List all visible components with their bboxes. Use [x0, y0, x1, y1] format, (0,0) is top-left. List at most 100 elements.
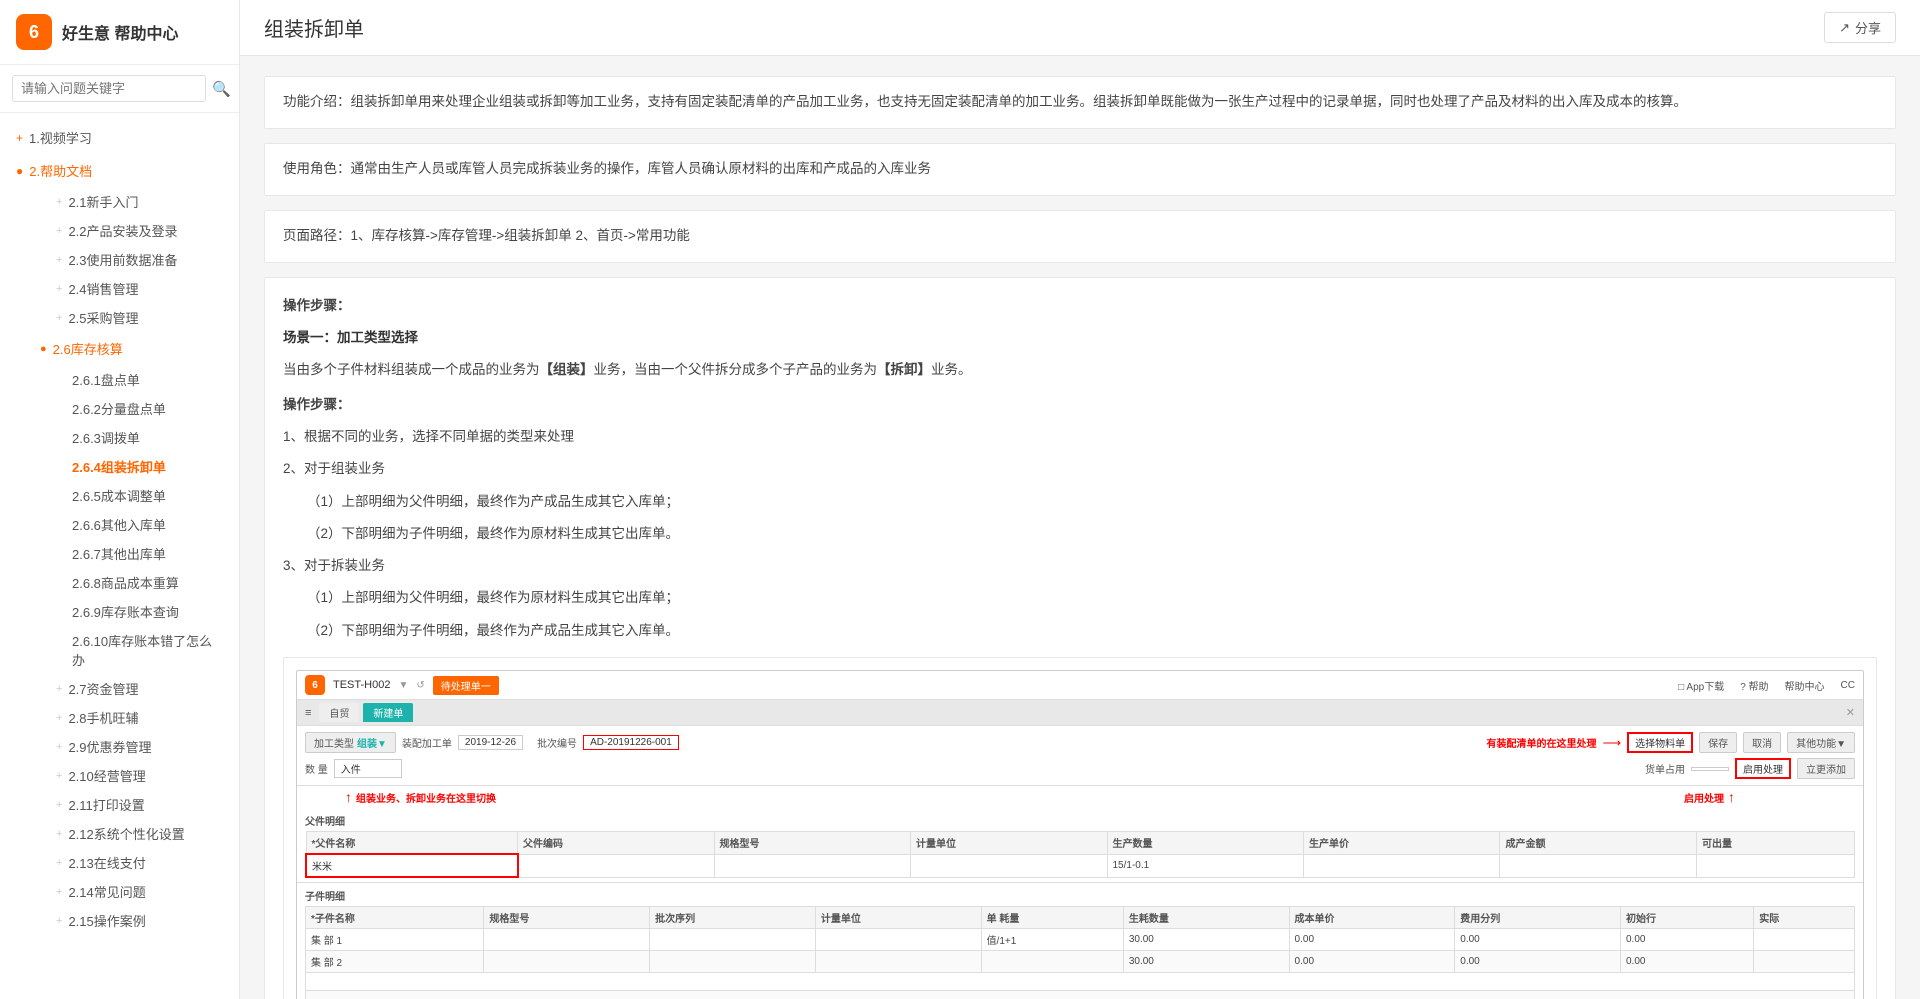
nav-section-docs-label: 2.帮助文档 — [29, 161, 92, 180]
share-button[interactable]: ↗ 分享 — [1824, 12, 1896, 43]
ss-lower-cell-1-7: 0.00 — [1289, 929, 1455, 951]
nav-item-2-6-6[interactable]: 2.6.6其他入库单 — [40, 510, 239, 539]
ss-doc-no: TEST-H002 — [333, 679, 390, 691]
ss-cell-produce-price — [1303, 854, 1499, 877]
ss-lower-col-3: 批次序列 — [650, 907, 816, 929]
ss-arrow-1: ⟶ — [1602, 735, 1621, 751]
nav-item-2-4-icon: + — [56, 283, 62, 295]
ss-lower-table-title: 子件明细 — [305, 892, 345, 903]
nav-item-2-15[interactable]: + 2.15操作案例 — [24, 906, 239, 935]
ss-upper-table-wrap: 父件明细 *父件名称 父件编码 规格型号 计量单位 生产数量 生产单价 — [297, 808, 1863, 883]
screenshot-inner: 6 TEST-H002 ▼ ↺ 待处理单一 □ App下载 ? 帮助 帮助中心 … — [296, 670, 1864, 999]
search-input[interactable] — [12, 75, 206, 102]
ss-lower-cell-2-8: 0.00 — [1455, 951, 1621, 973]
nav-item-2-6-1[interactable]: 2.6.1盘点单 — [40, 365, 239, 394]
nav-item-2-15-label: 2.15操作案例 — [68, 911, 145, 930]
nav-section-video-title[interactable]: + 1.视频学习 — [0, 121, 239, 154]
ss-upper-table-title: 父件明细 — [305, 817, 345, 828]
nav-item-2-9[interactable]: + 2.9优惠券管理 — [24, 732, 239, 761]
ss-select-bom-btn: 选择物料单 — [1627, 732, 1693, 753]
nav-item-2-14[interactable]: + 2.14常见问题 — [24, 877, 239, 906]
ss-cancel-btn: 取消 — [1743, 732, 1781, 753]
share-icon: ↗ — [1839, 20, 1850, 36]
ss-lower-col-9: 初始行 — [1620, 907, 1753, 929]
nav-item-2-1-icon: + — [56, 196, 62, 208]
nav-item-2-9-label: 2.9优惠券管理 — [68, 737, 151, 756]
table-row: 米米 15/1-0.1 — [306, 854, 1855, 877]
step2: 2、对于组装业务 — [283, 457, 1877, 481]
nav-item-2-6-3[interactable]: 2.6.3调拨单 — [40, 423, 239, 452]
intro-text: 功能介绍：组装拆卸单用来处理企业组装或拆卸等加工业务，支持有固定装配清单的产品加… — [283, 94, 1687, 109]
ss-other-btn: 其他功能▼ — [1787, 732, 1855, 753]
scene1-desc: 当由多个子件材料组装成一个成品的业务为【组装】业务，当由一个父件拆分成多个子产品… — [283, 358, 1877, 382]
ss-lower-table-wrap: 子件明细 *子件名称 规格型号 批次序列 计量单位 单 耗量 生耗数量 — [297, 883, 1863, 999]
nav-item-2-12[interactable]: + 2.12系统个性化设置 — [24, 819, 239, 848]
ss-refresh-icon: ↺ — [416, 680, 424, 691]
nav-item-2-6-10[interactable]: 2.6.10库存账本错了怎么办 — [40, 626, 239, 674]
ss-qty-label: 数 量 — [305, 761, 328, 776]
nav-item-2-6[interactable]: ● 2.6库存核算 — [24, 332, 239, 365]
ss-save-btn: 保存 — [1699, 732, 1737, 753]
ss-cell-produce-qty: 15/1-0.1 — [1107, 854, 1303, 877]
nav-item-2-13[interactable]: + 2.13在线支付 — [24, 848, 239, 877]
scene1-title: 场景一：加工类型选择 — [283, 326, 1877, 350]
role-text: 使用角色：通常由生产人员或库管人员完成拆装业务的操作，库管人员确认原材料的出库和… — [283, 161, 931, 176]
nav-item-2-5[interactable]: + 2.5采购管理 — [24, 303, 239, 332]
nav-item-2-8[interactable]: + 2.8手机旺辅 — [24, 703, 239, 732]
nav-item-2-10[interactable]: + 2.10经营管理 — [24, 761, 239, 790]
ss-nav-icon: ≡ — [305, 707, 311, 719]
ss-col-produce-price: 生产单价 — [1303, 832, 1499, 855]
nav-item-2-6-4[interactable]: 2.6.4组装拆卸单 — [40, 452, 239, 481]
ss-lower-cell-1-8: 0.00 — [1455, 929, 1621, 951]
nav-item-2-12-label: 2.12系统个性化设置 — [68, 824, 184, 843]
ss-lower-cell-1-1: 集 部 1 — [306, 929, 484, 951]
nav-item-2-6-9[interactable]: 2.6.9库存账本查询 — [40, 597, 239, 626]
ss-cell-parent-code — [518, 854, 714, 877]
ss-tab-new: 新建单 — [363, 703, 413, 722]
ss-col-produce-qty: 生产数量 — [1107, 832, 1303, 855]
ss-annotation-2: 组装业务、拆卸业务在这里切换 — [356, 790, 496, 805]
ss-lower-col-5: 单 耗量 — [981, 907, 1123, 929]
ss-lower-cell-1-4 — [815, 929, 981, 951]
nav-item-2-2[interactable]: + 2.2产品安装及登录 — [24, 216, 239, 245]
search-area: 🔍 — [0, 65, 239, 113]
ss-user-icon: 帮助中心 — [1785, 678, 1825, 693]
step3: 3、对于拆装业务 — [283, 554, 1877, 578]
nav-item-2-13-label: 2.13在线支付 — [68, 853, 145, 872]
screenshot-container: 6 TEST-H002 ▼ ↺ 待处理单一 □ App下载 ? 帮助 帮助中心 … — [283, 657, 1877, 999]
nav-item-2-1[interactable]: + 2.1新手入门 — [24, 187, 239, 216]
nav-item-2-1-label: 2.1新手入门 — [68, 192, 138, 211]
ss-lower-col-7: 成本单价 — [1289, 907, 1455, 929]
nav-item-2-14-label: 2.14常见问题 — [68, 882, 145, 901]
nav-item-2-11[interactable]: + 2.11打印设置 — [24, 790, 239, 819]
ss-titlebar: 6 TEST-H002 ▼ ↺ 待处理单一 □ App下载 ? 帮助 帮助中心 … — [297, 671, 1863, 700]
ss-cell-produce-amount — [1500, 854, 1696, 877]
nav-item-2-3-icon: + — [56, 254, 62, 266]
plus-icon: + — [16, 131, 23, 145]
ss-upper-table: *父件名称 父件编码 规格型号 计量单位 生产数量 生产单价 成产金额 可出量 — [305, 831, 1855, 878]
nav-item-2-6-2[interactable]: 2.6.2分量盘点单 — [40, 394, 239, 423]
nav-section-video: + 1.视频学习 — [0, 121, 239, 154]
ss-close-icon: ✕ — [1846, 706, 1855, 719]
ss-tab-home: 自贸 — [319, 703, 359, 722]
ss-batch-value: AD-20191226-001 — [583, 735, 679, 750]
search-button[interactable]: 🔍 — [212, 80, 231, 98]
nav-section-video-label: 1.视频学习 — [29, 128, 92, 147]
nav-item-2-6-8[interactable]: 2.6.8商品成本重算 — [40, 568, 239, 597]
nav-item-2-9-icon: + — [56, 741, 62, 753]
nav-item-2-6-5[interactable]: 2.6.5成本调整单 — [40, 481, 239, 510]
nav-item-2-3-label: 2.3使用前数据准备 — [68, 250, 177, 269]
nav-item-2-11-icon: + — [56, 799, 62, 811]
ss-lower-cell-2-6: 30.00 — [1123, 951, 1289, 973]
nav-item-2-6-7[interactable]: 2.6.7其他出库单 — [40, 539, 239, 568]
ss-annotations-row: ↑ 组装业务、拆卸业务在这里切换 启用处理 ↑ — [297, 786, 1863, 808]
ss-cell-spec — [714, 854, 910, 877]
nav-item-2-3[interactable]: + 2.3使用前数据准备 — [24, 245, 239, 274]
ss-cell-parent-name: 米米 — [306, 854, 518, 877]
nav-section-docs-title[interactable]: ● 2.帮助文档 — [0, 154, 239, 187]
nav-item-2-8-label: 2.8手机旺辅 — [68, 708, 138, 727]
nav-item-2-4[interactable]: + 2.4销售管理 — [24, 274, 239, 303]
ss-lower-cell-1-5: 值/1+1 — [981, 929, 1123, 951]
nav-item-2-7[interactable]: + 2.7资金管理 — [24, 674, 239, 703]
ss-cell-unit — [911, 854, 1107, 877]
